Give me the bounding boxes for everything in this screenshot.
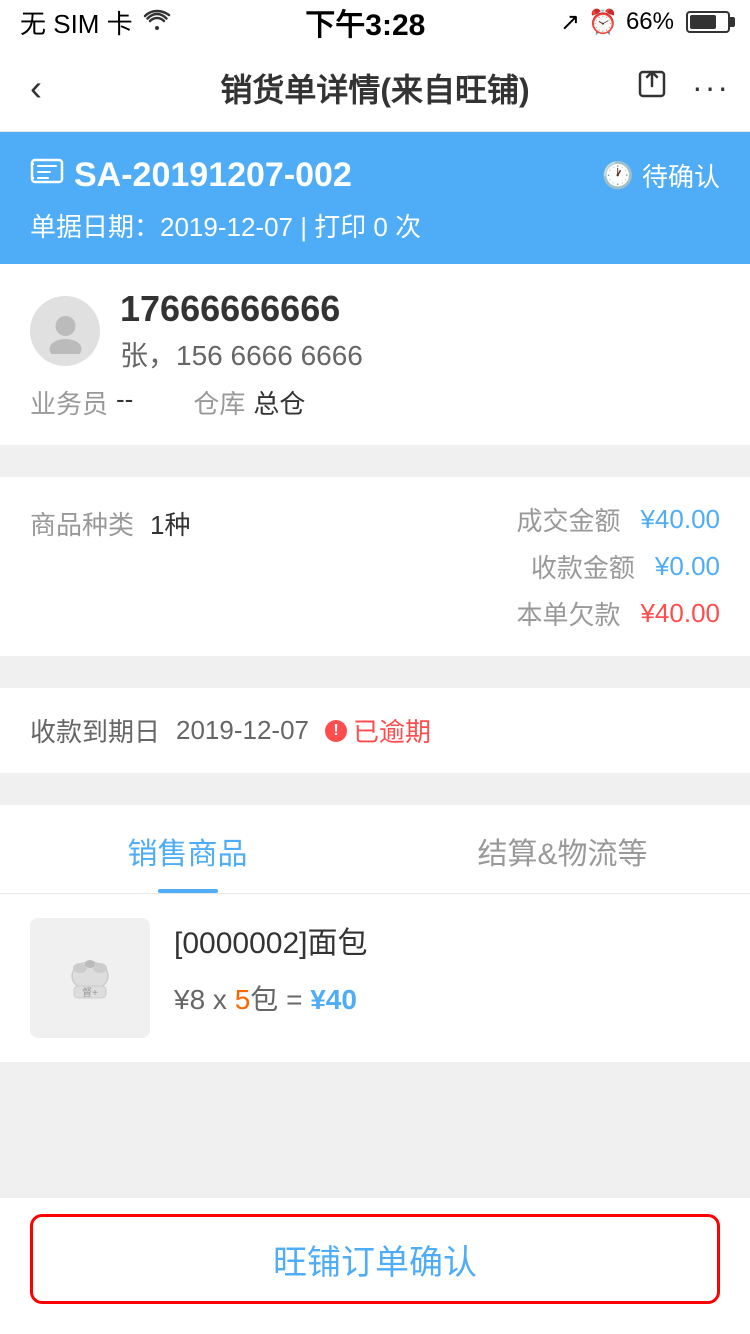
product-total: ¥40 [310,984,357,1015]
status-time: 下午3:28 [305,0,425,44]
product-title: 面包 [307,927,367,960]
due-label: 收款到期日 [30,712,160,749]
sales-label: 业务员 [30,384,108,421]
tab-sales-label: 销售商品 [128,838,248,871]
product-price: ¥8 x 5包 = ¥40 [174,978,720,1018]
customer-section: 17666666666 张，156 6666 6666 业务员 -- 仓库 总仓 [0,264,750,445]
order-icon [30,156,64,195]
nav-actions: ··· [636,68,730,108]
customer-row: 17666666666 张，156 6666 6666 [30,288,720,374]
tabs-row: 销售商品 结算&物流等 [0,805,750,893]
product-info: [0000002]面包 ¥8 x 5包 = ¥40 [174,918,720,1018]
divider-1 [0,461,750,477]
amount-value-2: ¥40.00 [640,598,720,629]
tabs-section: 销售商品 结算&物流等 [0,805,750,894]
amount-value-0: ¥40.00 [640,504,720,535]
amount-label-2: 本单欠款 [516,595,620,632]
product-unit: 包 [250,984,278,1015]
wifi-icon [143,7,171,38]
alarm-icon: ⏰ [588,8,618,37]
amount-label-0: 成交金额 [516,501,620,538]
sales-item: 业务员 -- [30,384,133,421]
product-code: [0000002] [174,927,307,960]
order-status: 🕐 待确认 [602,157,720,194]
tab-settlement-label: 结算&物流等 [477,838,647,871]
battery-percent: 66% [626,8,674,36]
price-text: ¥8 x [174,984,235,1015]
location-icon: ↗ [560,8,580,37]
amount-row-2: 本单欠款 ¥40.00 [516,595,720,632]
summary-section: 商品种类 1种 成交金额 ¥40.00 收款金额 ¥0.00 本单欠款 ¥40.… [0,477,750,656]
overdue-icon: ! [325,720,347,742]
order-header: SA-20191207-002 🕐 待确认 单据日期：2019-12-07 | … [0,132,750,264]
customer-meta: 业务员 -- 仓库 总仓 [30,384,720,421]
clock-icon: 🕐 [602,160,634,191]
battery-icon [686,11,730,33]
warehouse-label: 仓库 [193,384,245,421]
status-right: ↗ ⏰ 66% [560,8,730,37]
type-value: 1种 [150,505,190,542]
amounts: 成交金额 ¥40.00 收款金额 ¥0.00 本单欠款 ¥40.00 [516,501,720,632]
product-image: 督+ [30,918,150,1038]
tab-sales-products[interactable]: 销售商品 [0,805,375,893]
status-bar: 无 SIM 卡 下午3:28 ↗ ⏰ 66% [0,0,750,44]
confirm-order-button[interactable]: 旺铺订单确认 [30,1214,720,1304]
tab-settlement[interactable]: 结算&物流等 [375,805,750,893]
product-type: 商品种类 1种 [30,501,190,542]
product-qty: 5 [235,984,251,1015]
order-id-row: SA-20191207-002 🕐 待确认 [30,156,720,195]
overdue-text: 已逾期 [353,712,431,749]
carrier-text: 无 SIM 卡 [20,4,133,41]
page-title: 销货单详情(来自旺铺) [220,65,529,111]
amount-row-0: 成交金额 ¥40.00 [516,501,720,538]
customer-name: 张，156 6666 6666 [120,334,363,374]
back-button[interactable]: ‹ [20,57,52,119]
warehouse-value: 总仓 [253,384,305,421]
order-id: SA-20191207-002 [30,156,352,195]
avatar [30,296,100,366]
customer-phone: 17666666666 [120,288,363,330]
divider-3 [0,789,750,805]
due-date: 2019-12-07 [176,715,309,746]
status-left: 无 SIM 卡 [20,4,171,41]
svg-text:督+: 督+ [82,986,98,999]
nav-bar: ‹ 销货单详情(来自旺铺) ··· [0,44,750,132]
overdue-badge: ! 已逾期 [325,712,431,749]
amount-label-1: 收款金额 [531,548,635,585]
product-section: 督+ [0000002]面包 ¥8 x 5包 = ¥40 [0,894,750,1062]
share-button[interactable] [636,68,668,108]
equals-sign: = [278,984,310,1015]
warehouse-item: 仓库 总仓 [193,384,305,421]
due-section: 收款到期日 2019-12-07 ! 已逾期 [0,688,750,773]
confirm-button-label: 旺铺订单确认 [273,1235,477,1284]
order-id-text: SA-20191207-002 [74,156,352,195]
sales-value: -- [116,384,133,421]
customer-info: 17666666666 张，156 6666 6666 [120,288,363,374]
product-name: [0000002]面包 [174,918,720,962]
type-label: 商品种类 [30,505,134,542]
amount-value-1: ¥0.00 [655,551,720,582]
amount-row-1: 收款金额 ¥0.00 [531,548,720,585]
more-button[interactable]: ··· [692,69,730,106]
divider-2 [0,672,750,688]
status-text: 待确认 [642,157,720,194]
bottom-bar: 旺铺订单确认 [0,1198,750,1334]
order-date-line: 单据日期：2019-12-07 | 打印 0 次 [30,207,720,244]
